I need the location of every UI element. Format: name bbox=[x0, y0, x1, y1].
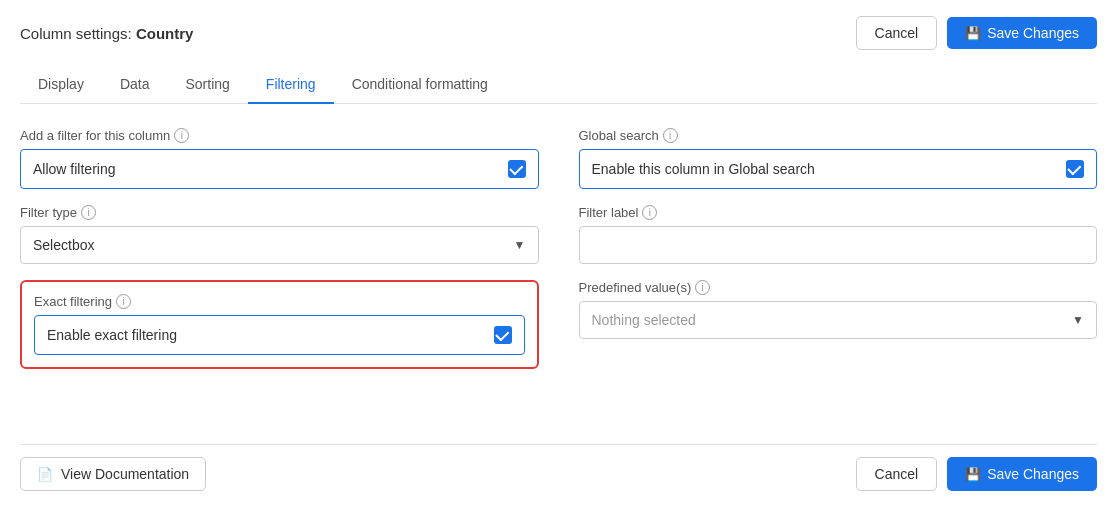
predefined-values-chevron-icon: ▼ bbox=[1072, 313, 1084, 327]
save-icon-bottom: 💾 bbox=[965, 467, 981, 482]
save-button-bottom[interactable]: 💾 Save Changes bbox=[947, 457, 1097, 491]
exact-filtering-highlighted: Exact filtering i Enable exact filtering bbox=[20, 280, 539, 369]
exact-filtering-row[interactable]: Enable exact filtering bbox=[34, 315, 525, 355]
exact-filtering-checkbox[interactable] bbox=[494, 326, 512, 344]
save-button-top[interactable]: 💾 Save Changes bbox=[947, 17, 1097, 49]
cancel-button-bottom[interactable]: Cancel bbox=[856, 457, 938, 491]
settings-grid: Add a filter for this column i Allow fil… bbox=[20, 128, 1097, 369]
predefined-values-info-icon: i bbox=[695, 280, 710, 295]
allow-filtering-checkbox[interactable] bbox=[508, 160, 526, 178]
header: Column settings: Country Cancel 💾 Save C… bbox=[20, 16, 1097, 50]
exact-filtering-label: Exact filtering i bbox=[34, 294, 525, 309]
predefined-values-label: Predefined value(s) i bbox=[579, 280, 1098, 295]
page-title: Column settings: Country bbox=[20, 25, 193, 42]
global-search-checkbox[interactable] bbox=[1066, 160, 1084, 178]
header-actions: Cancel 💾 Save Changes bbox=[856, 16, 1097, 50]
filter-type-select[interactable]: Selectbox ▼ bbox=[20, 226, 539, 264]
filter-type-chevron-icon: ▼ bbox=[514, 238, 526, 252]
filter-label-input[interactable] bbox=[579, 226, 1098, 264]
left-column: Add a filter for this column i Allow fil… bbox=[20, 128, 539, 369]
global-search-info-icon: i bbox=[663, 128, 678, 143]
predefined-values-section: Predefined value(s) i Nothing selected ▼ bbox=[579, 280, 1098, 339]
global-search-label: Global search i bbox=[579, 128, 1098, 143]
filter-label-section: Filter label i bbox=[579, 205, 1098, 264]
footer: 📄 View Documentation Cancel 💾 Save Chang… bbox=[20, 444, 1097, 491]
tabs: Display Data Sorting Filtering Condition… bbox=[20, 66, 1097, 104]
view-docs-button[interactable]: 📄 View Documentation bbox=[20, 457, 206, 491]
global-search-row[interactable]: Enable this column in Global search bbox=[579, 149, 1098, 189]
filter-section-label: Add a filter for this column i bbox=[20, 128, 539, 143]
content-area: Add a filter for this column i Allow fil… bbox=[20, 104, 1097, 444]
filter-type-label: Filter type i bbox=[20, 205, 539, 220]
filter-section: Add a filter for this column i Allow fil… bbox=[20, 128, 539, 189]
filter-section-info-icon: i bbox=[174, 128, 189, 143]
doc-icon: 📄 bbox=[37, 467, 53, 482]
save-icon-top: 💾 bbox=[965, 26, 981, 41]
filter-type-section: Filter type i Selectbox ▼ bbox=[20, 205, 539, 264]
tab-display[interactable]: Display bbox=[20, 66, 102, 104]
filter-label-label: Filter label i bbox=[579, 205, 1098, 220]
tab-conditional-formatting[interactable]: Conditional formatting bbox=[334, 66, 506, 104]
filter-type-info-icon: i bbox=[81, 205, 96, 220]
tab-filtering[interactable]: Filtering bbox=[248, 66, 334, 104]
global-search-section: Global search i Enable this column in Gl… bbox=[579, 128, 1098, 189]
tab-sorting[interactable]: Sorting bbox=[167, 66, 247, 104]
exact-filtering-info-icon: i bbox=[116, 294, 131, 309]
allow-filtering-row[interactable]: Allow filtering bbox=[20, 149, 539, 189]
cancel-button-top[interactable]: Cancel bbox=[856, 16, 938, 50]
right-column: Global search i Enable this column in Gl… bbox=[579, 128, 1098, 369]
tab-data[interactable]: Data bbox=[102, 66, 168, 104]
predefined-values-select[interactable]: Nothing selected ▼ bbox=[579, 301, 1098, 339]
filter-label-info-icon: i bbox=[642, 205, 657, 220]
footer-actions: Cancel 💾 Save Changes bbox=[856, 457, 1097, 491]
